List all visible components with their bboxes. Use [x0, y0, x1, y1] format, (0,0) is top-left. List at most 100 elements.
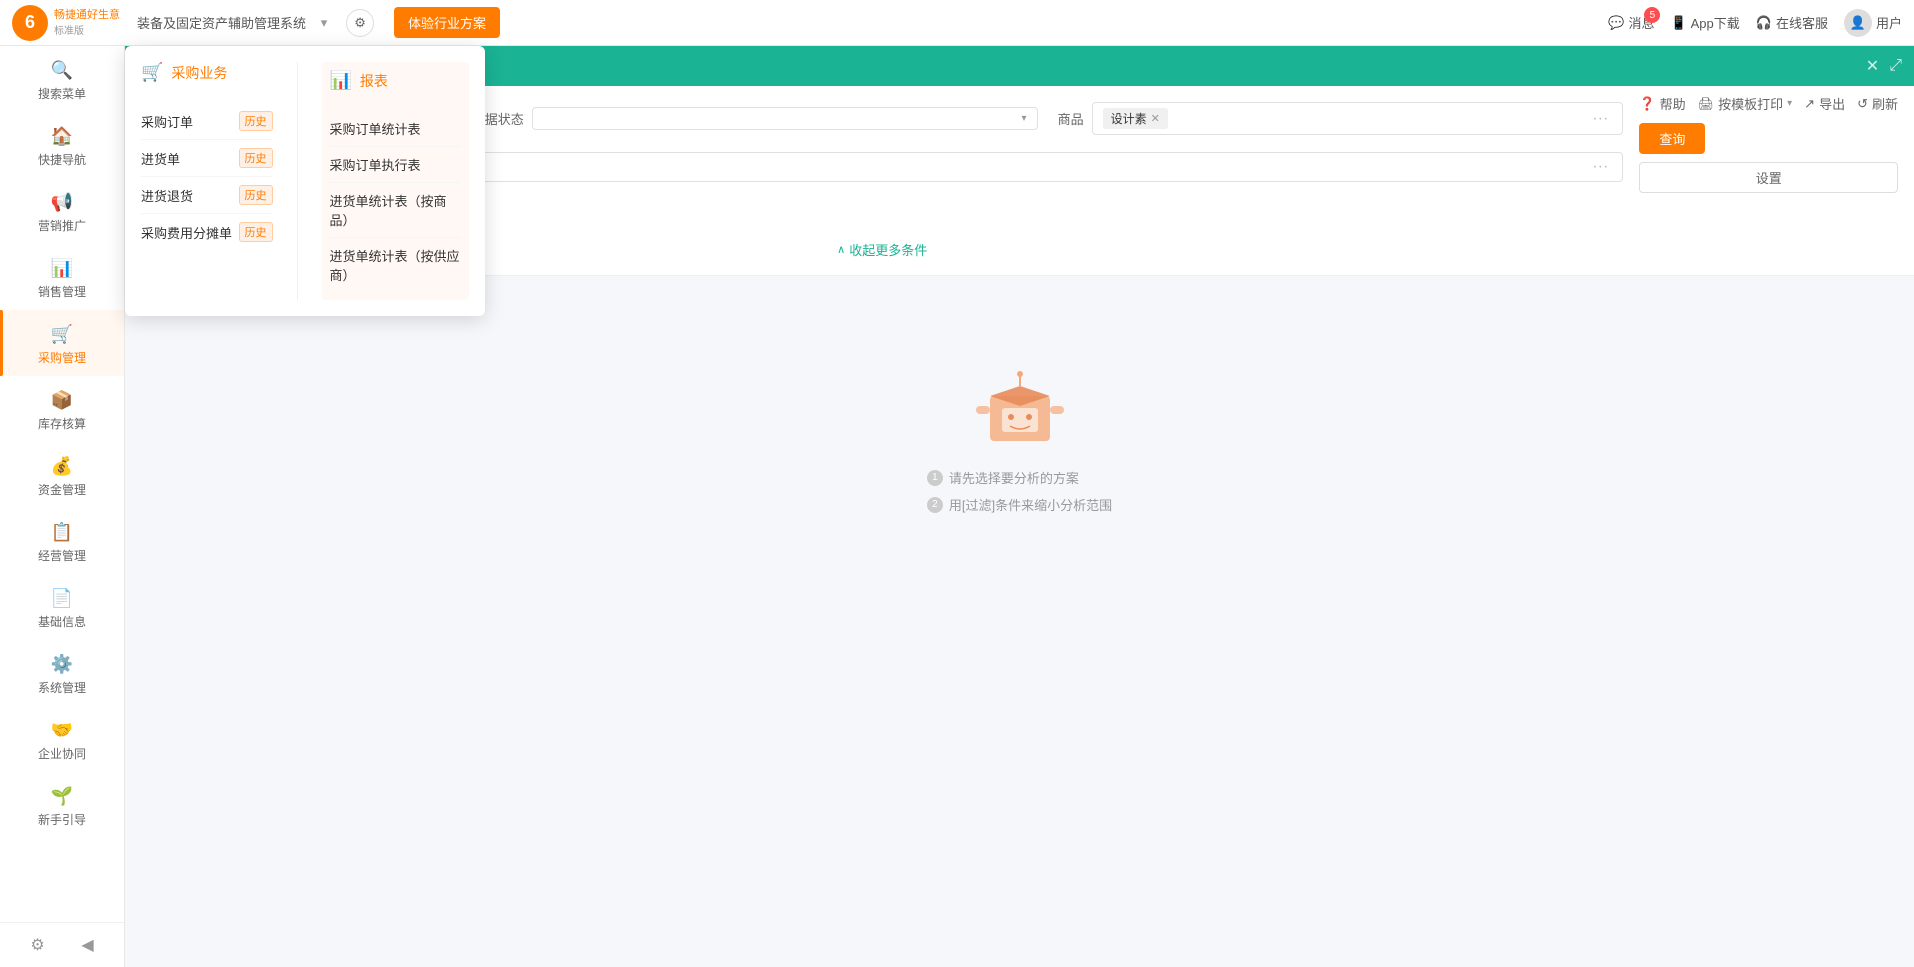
salesperson-input[interactable]: ··· [428, 152, 1623, 182]
action-btns-row: ❓ 帮助 🖨 按模板打印 ▾ ↗ 导出 ↺ [1639, 94, 1898, 113]
logo-text: 畅捷通好生意 [54, 8, 120, 22]
home-icon: 🏠 [51, 126, 73, 147]
page-actions: ❓ 帮助 🖨 按模板打印 ▾ ↗ 导出 ↺ [1639, 94, 1898, 193]
app-download-btn[interactable]: 📱 App下载 [1670, 13, 1739, 32]
sidebar-item-finance[interactable]: 💰 资金管理 [0, 442, 124, 508]
purchase-order-label: 采购订单 [141, 112, 193, 131]
search-icon: 🔍 [51, 60, 73, 81]
goods-tag: 设计素 ✕ [1103, 108, 1168, 129]
export-label: 导出 [1819, 94, 1845, 113]
purchase-col-title: 采购业务 [171, 63, 227, 83]
goods-receipt-item[interactable]: 进货单 历史 [141, 140, 273, 177]
megaphone-icon: 📢 [51, 192, 73, 213]
sidebar-item-cooperation[interactable]: 🤝 企业协同 [0, 706, 124, 772]
clipboard-icon: 📋 [51, 522, 73, 543]
sidebar-item-operations[interactable]: 📋 经营管理 [0, 508, 124, 574]
message-icon: 💬 [1608, 15, 1624, 31]
sidebar-item-purchase[interactable]: 🛒 采购管理 [0, 310, 124, 376]
help-btn[interactable]: ❓ 帮助 [1639, 94, 1685, 113]
doc-status-input[interactable]: ▾ [532, 107, 1038, 130]
phone-icon: 📱 [1670, 15, 1686, 31]
set-btn[interactable]: 设置 [1639, 162, 1898, 193]
sidebar-item-quick-nav[interactable]: 🏠 快捷导航 [0, 112, 124, 178]
step-2: 2 [927, 497, 943, 513]
sidebar-label-system: 系统管理 [38, 679, 86, 696]
goods-stats-product-item[interactable]: 进货单统计表（按商品） [330, 183, 462, 238]
sidebar-item-system[interactable]: ⚙️ 系统管理 [0, 640, 124, 706]
sidebar-item-search[interactable]: 🔍 搜索菜单 [0, 46, 124, 112]
goods-stats-supplier-label: 进货单统计表（按供应商） [330, 246, 462, 284]
refresh-btn[interactable]: ↺ 刷新 [1857, 94, 1898, 113]
goods-return-item[interactable]: 进货退货 历史 [141, 177, 273, 214]
export-btn[interactable]: ↗ 导出 [1804, 94, 1845, 113]
collapse-arrow-icon: ∧ [837, 243, 845, 256]
logo-badge: 标准版 [54, 22, 120, 37]
sidebar-item-sales[interactable]: 📊 销售管理 [0, 244, 124, 310]
sidebar-item-inventory[interactable]: 📦 库存核算 [0, 376, 124, 442]
system-title-area: 装备及固定资产辅助管理系统 ▾ ⚙ 体验行业方案 [137, 7, 1608, 38]
sidebar-label-cooperation: 企业协同 [38, 745, 86, 762]
purchase-order-history-badge: 历史 [239, 111, 273, 131]
query-btn[interactable]: 查询 [1639, 123, 1705, 154]
user-btn[interactable]: 👤 用户 [1844, 9, 1902, 37]
logo-icon: 6 [12, 5, 48, 41]
purchase-order-stats-label: 采购订单统计表 [330, 119, 421, 138]
print-icon: 🖨 [1698, 96, 1715, 112]
sidebar-bottom: ⚙ ◀ [0, 922, 124, 967]
sidebar-item-marketing[interactable]: 📢 营销推广 [0, 178, 124, 244]
step-1: 1 [927, 470, 943, 486]
sidebar-collapse-btn[interactable]: ◀ [81, 935, 93, 955]
purchase-dropdown-menu: 🛒 采购业务 采购订单 历史 进货单 历史 进货退货 历史 采购费用分摊单 历史 [125, 46, 485, 316]
sidebar-label-marketing: 营销推广 [38, 217, 86, 234]
headset-icon: 🎧 [1756, 15, 1772, 31]
purchase-expense-history-badge: 历史 [239, 222, 273, 242]
purchase-expense-item[interactable]: 采购费用分摊单 历史 [141, 214, 273, 250]
industry-btn[interactable]: 体验行业方案 [394, 7, 500, 38]
report-col-title: 报表 [360, 71, 388, 91]
settings-icon[interactable]: ⚙ [346, 9, 374, 37]
goods-stats-supplier-item[interactable]: 进货单统计表（按供应商） [330, 238, 462, 292]
tab-close-all-icon[interactable]: ✕ [1866, 56, 1879, 76]
sidebar-label-operations: 经营管理 [38, 547, 86, 564]
sidebar-label-basic-info: 基础信息 [38, 613, 86, 630]
purchase-order-item[interactable]: 采购订单 历史 [141, 103, 273, 140]
purchase-order-stats-item[interactable]: 采购订单统计表 [330, 111, 462, 147]
message-btn[interactable]: 💬 消息 5 [1608, 13, 1654, 32]
system-dropdown-btn[interactable]: ▾ [314, 13, 334, 33]
purchase-order-exec-label: 采购订单执行表 [330, 155, 421, 174]
refresh-label: 刷新 [1872, 94, 1898, 113]
goods-tag-close[interactable]: ✕ [1151, 112, 1160, 125]
salesperson-filter: 业务员 ··· [381, 152, 1623, 182]
sidebar-setting-btn[interactable]: ⚙ [30, 935, 44, 955]
doc-status-filter: 单据状态 ▾ [472, 107, 1038, 130]
purchase-order-exec-item[interactable]: 采购订单执行表 [330, 147, 462, 183]
goods-receipt-history-badge: 历史 [239, 148, 273, 168]
report-col-icon: 📊 [330, 70, 352, 91]
sidebar-label-purchase: 采购管理 [38, 349, 86, 366]
print-btn[interactable]: 🖨 按模板打印 ▾ [1698, 94, 1793, 113]
export-icon: ↗ [1804, 96, 1815, 112]
sidebar-label-search: 搜索菜单 [38, 85, 86, 102]
goods-receipt-label: 进货单 [141, 149, 180, 168]
online-service-btn[interactable]: 🎧 在线客服 [1756, 13, 1828, 32]
online-service-label: 在线客服 [1776, 13, 1828, 32]
goods-return-history-badge: 历史 [239, 185, 273, 205]
money-icon: 💰 [51, 456, 73, 477]
sidebar-item-basic-info[interactable]: 📄 基础信息 [0, 574, 124, 640]
system-title: 装备及固定资产辅助管理系统 [137, 13, 306, 32]
app-download-label: App下载 [1691, 13, 1740, 32]
tab-maximize-icon[interactable]: ⤢ [1889, 57, 1902, 75]
goods-input[interactable]: 设计素 ✕ ··· [1092, 102, 1624, 135]
empty-icon [960, 356, 1080, 456]
report-column-header: 📊 报表 [330, 70, 462, 99]
doc-icon: 📄 [51, 588, 73, 609]
sidebar-item-beginner[interactable]: 🌱 新手引导 [0, 772, 124, 838]
purchase-column: 🛒 采购业务 采购订单 历史 进货单 历史 进货退货 历史 采购费用分摊单 历史 [141, 62, 273, 300]
empty-texts: 1 请先选择要分析的方案 2 用[过滤]条件来缩小分析范围 [927, 468, 1112, 514]
goods-label: 商品 [1058, 109, 1084, 128]
box-icon: 📦 [51, 390, 73, 411]
goods-more-btn[interactable]: ··· [1588, 110, 1612, 128]
main-action-btns: 查询 [1639, 123, 1898, 154]
salesperson-more-btn[interactable]: ··· [1588, 158, 1612, 176]
purchase-column-header: 🛒 采购业务 [141, 62, 273, 91]
